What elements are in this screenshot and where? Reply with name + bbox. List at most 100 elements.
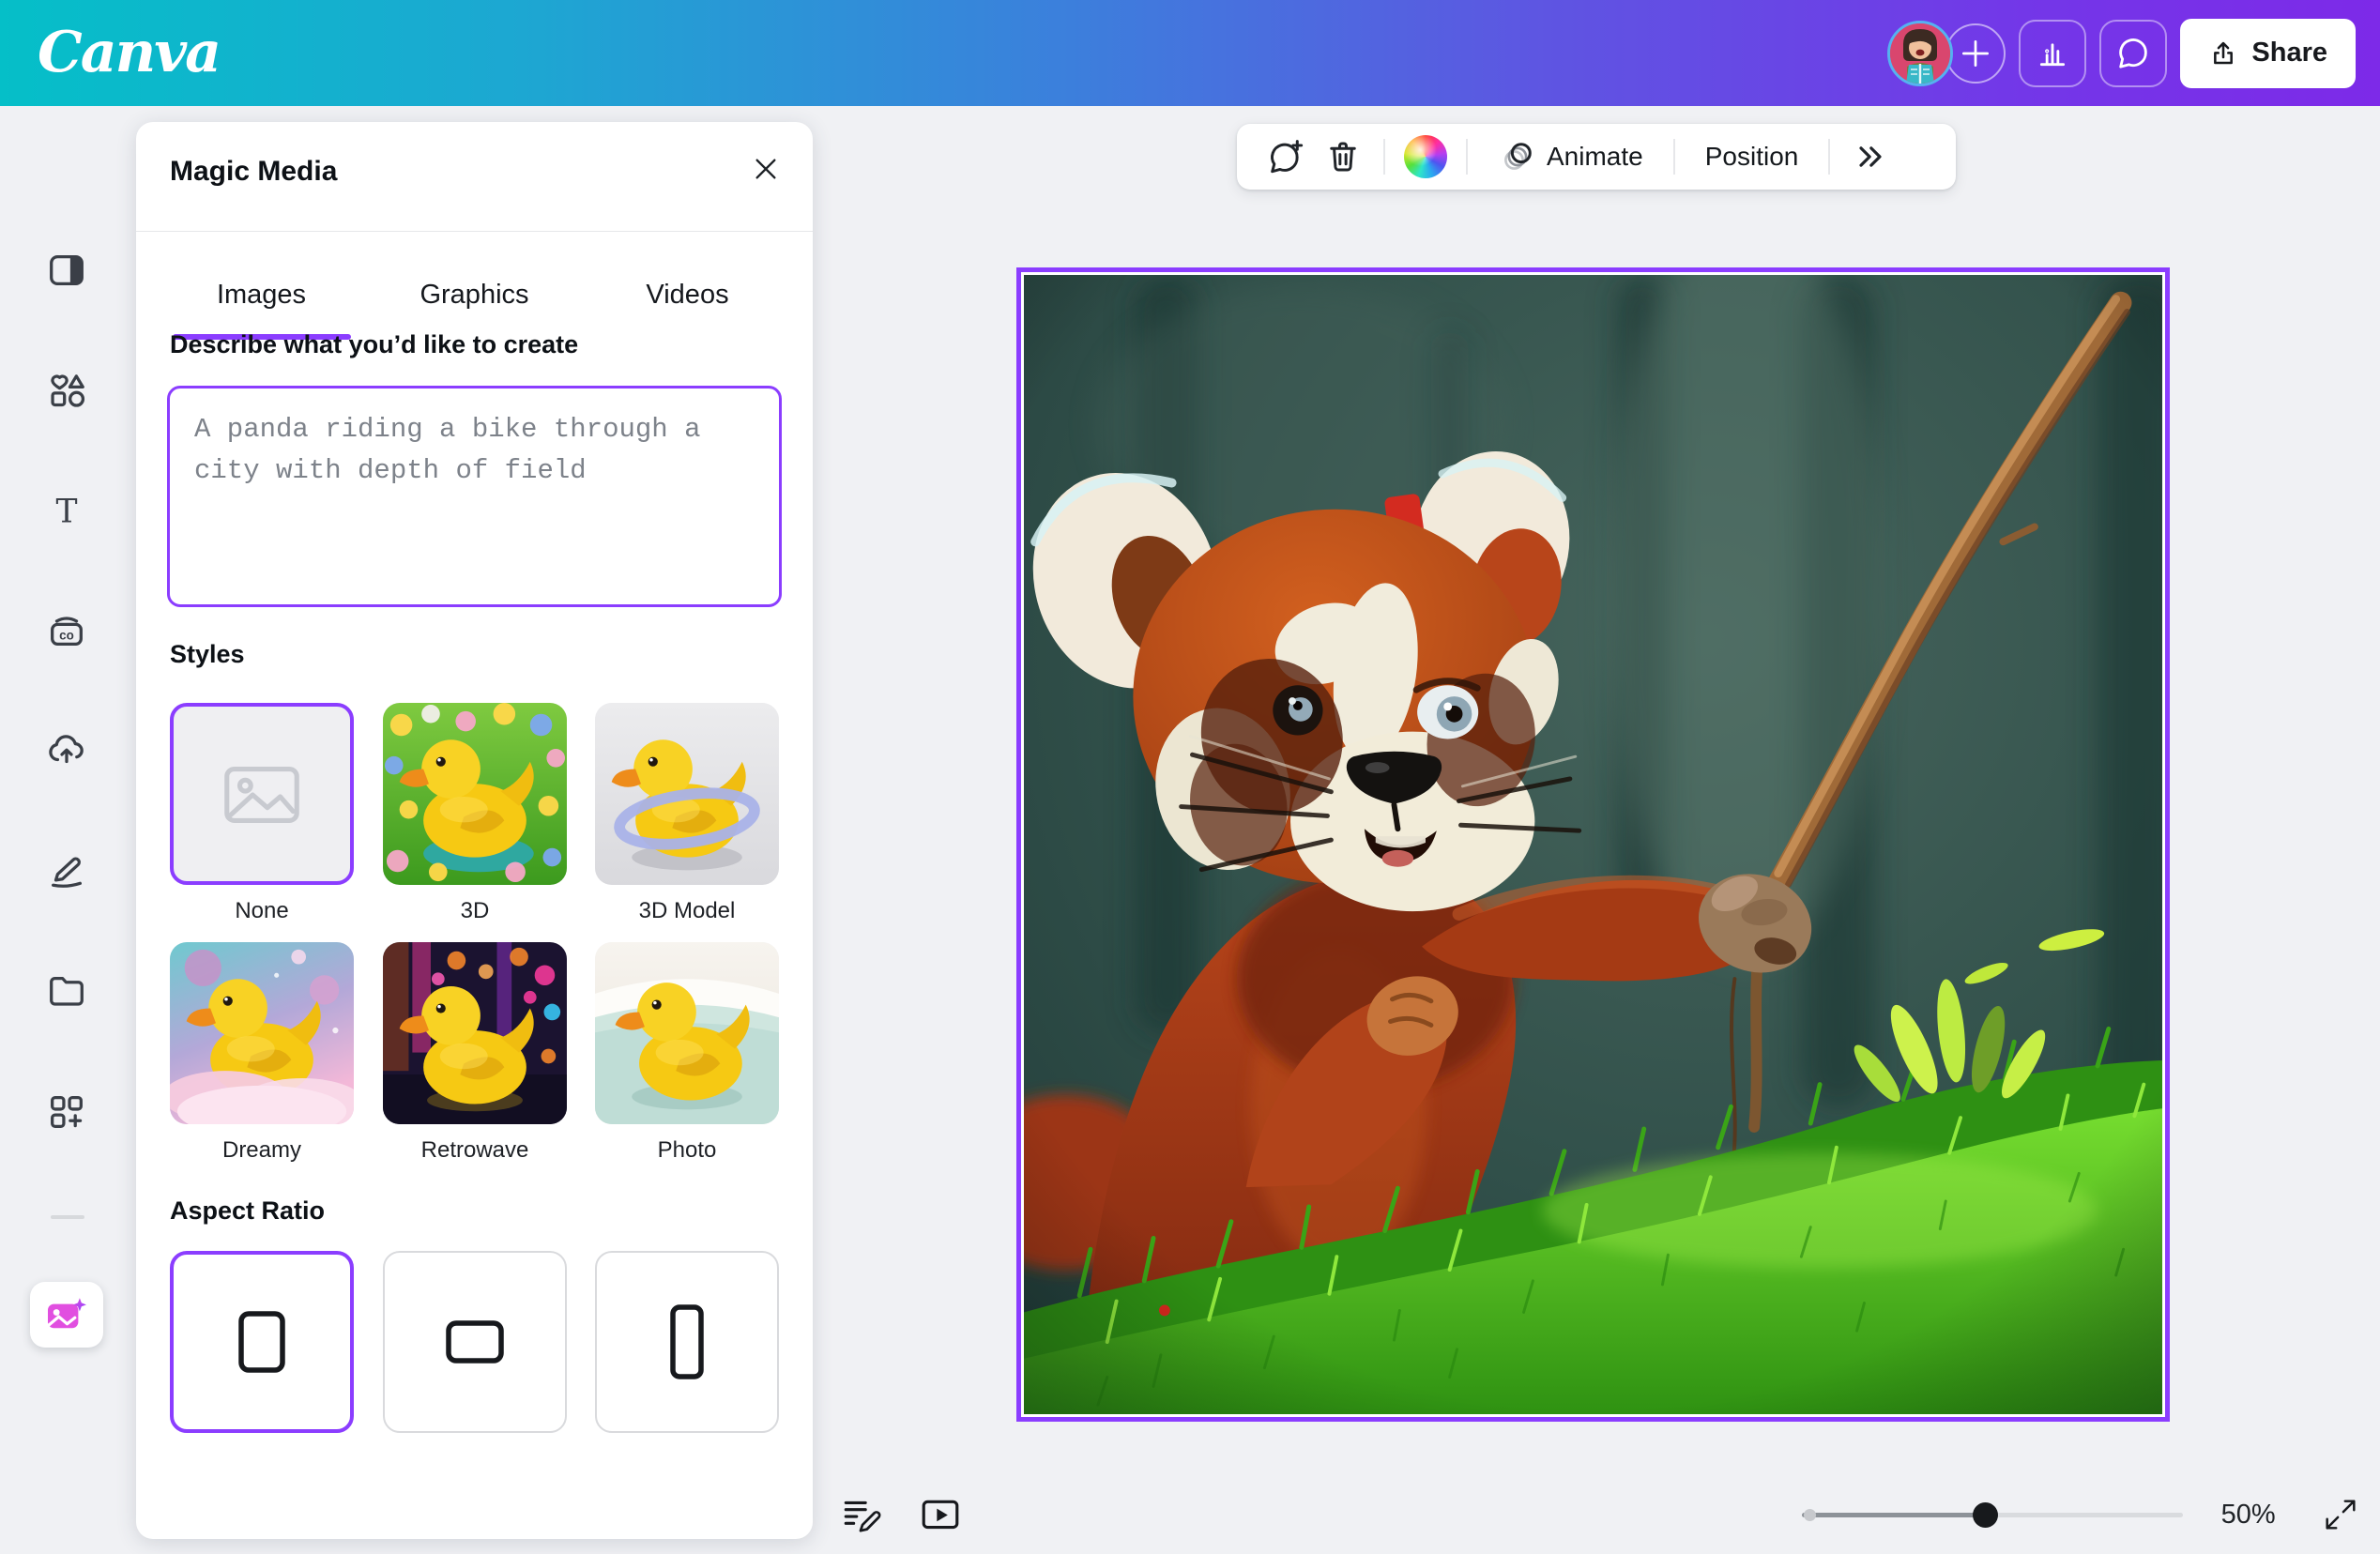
draw-pen-icon [45,847,88,891]
page-controls [838,1492,964,1539]
zoom-slider-thumb[interactable] [1973,1502,1998,1528]
sidebar-rail: T co [0,106,124,1554]
style-label: Dreamy [170,1137,354,1164]
style-thumb-retrowave [383,942,567,1124]
zoom-slider-fill [1802,1513,1985,1517]
sidebar-item-projects[interactable] [37,961,97,1021]
sidebar-item-elements[interactable] [37,359,97,419]
speech-bubble-icon [2114,35,2152,72]
upload-icon [2208,38,2238,69]
aspect-ratio-landscape[interactable] [383,1251,567,1433]
style-option-retrowave[interactable]: Retrowave [383,942,567,1164]
double-chevron-right-icon [1852,138,1889,175]
present-button[interactable] [917,1492,964,1539]
account-avatar[interactable] [1887,21,1953,86]
design-icon [45,249,88,292]
style-option-3d-model[interactable]: 3D Model [595,703,779,924]
sidebar-item-design[interactable] [37,240,97,300]
cloud-upload-icon [45,728,88,771]
toolbar-divider [1383,139,1385,175]
create-design-button[interactable] [1945,23,2006,84]
red-panda-image [1024,275,2162,1414]
magic-media-panel: Magic Media Images Graphics Videos Descr… [136,122,813,1539]
styles-heading: Styles [170,640,245,669]
zoom-controls: 50% [1802,1485,2365,1545]
style-thumb-photo [595,942,779,1124]
panel-close-button[interactable] [743,146,788,191]
toolbar-divider [1673,139,1675,175]
comment-plus-icon [1265,137,1304,176]
share-button[interactable]: Share [2180,19,2356,88]
style-label: Photo [595,1137,779,1164]
portrait-ratio-icon [640,1296,734,1388]
prompt-input[interactable] [167,386,782,607]
animate-button[interactable]: Animate [1483,131,1658,182]
style-thumb-none [170,703,354,885]
zoom-slider[interactable] [1802,1501,2174,1529]
zoom-percentage[interactable]: 50% [2198,1500,2298,1531]
notes-icon [840,1494,883,1537]
add-comment-button[interactable] [1259,131,1310,182]
plus-icon [1958,36,1993,71]
apps-icon [45,1090,88,1134]
share-label: Share [2251,38,2327,69]
aspect-ratio-heading: Aspect Ratio [170,1196,325,1226]
topbar: Canva Share [0,0,2380,106]
fullscreen-button[interactable] [2315,1489,2365,1540]
sidebar-item-apps[interactable] [37,1082,97,1142]
close-icon [751,154,781,184]
animate-icon [1498,137,1537,176]
style-label: 3D [383,898,567,924]
notes-button[interactable] [838,1492,885,1539]
svg-text:co: co [59,628,74,642]
tab-videos[interactable]: Videos [581,244,794,345]
position-button[interactable]: Position [1690,131,1814,182]
prompt-label: Describe what you’d like to create [170,330,578,359]
style-option-none[interactable]: None [170,703,354,924]
style-option-photo[interactable]: Photo [595,942,779,1164]
delete-button[interactable] [1318,131,1368,182]
position-label: Position [1705,142,1799,172]
comments-button[interactable] [2099,20,2167,87]
brand-icon: co [45,610,88,653]
style-label: 3D Model [595,898,779,924]
trash-icon [1323,137,1363,176]
elements-icon [45,368,88,411]
aspect-ratio-portrait[interactable] [595,1251,779,1433]
insights-button[interactable] [2019,20,2086,87]
animate-label: Animate [1547,142,1643,172]
present-play-icon [919,1494,962,1537]
bar-chart-icon [2034,35,2071,72]
color-wheel-icon [1404,135,1447,178]
toolbar-divider [1828,139,1830,175]
svg-text:T: T [55,494,77,531]
rail-divider [51,1215,84,1219]
canva-logo[interactable]: Canva [38,0,220,106]
sidebar-item-brand[interactable]: co [37,602,97,662]
landscape-ratio-icon [428,1296,522,1388]
sidebar-item-magic-media[interactable] [30,1282,103,1348]
aspect-ratio-square[interactable] [170,1251,354,1433]
topbar-actions: Share [1887,19,2356,88]
text-icon: T [45,490,88,533]
toolbar-divider [1466,139,1468,175]
style-thumb-dreamy [170,942,354,1124]
square-ratio-icon [215,1296,309,1388]
panel-header-divider [136,231,813,232]
style-thumb-3d [383,703,567,885]
color-picker-button[interactable] [1400,131,1451,182]
style-thumb-3d-model [595,703,779,885]
style-label: None [170,898,354,924]
style-option-dreamy[interactable]: Dreamy [170,942,354,1164]
sidebar-item-uploads[interactable] [37,720,97,780]
zoom-fit-dot [1804,1509,1816,1521]
style-option-3d[interactable]: 3D [383,703,567,924]
magic-media-icon [45,1296,88,1333]
design-canvas-page[interactable] [1016,267,2170,1422]
sidebar-item-text[interactable]: T [37,481,97,541]
sidebar-item-draw[interactable] [37,839,97,899]
more-options-button[interactable] [1845,131,1896,182]
panel-title: Magic Media [170,156,337,188]
expand-icon [2321,1495,2360,1534]
style-label: Retrowave [383,1137,567,1164]
